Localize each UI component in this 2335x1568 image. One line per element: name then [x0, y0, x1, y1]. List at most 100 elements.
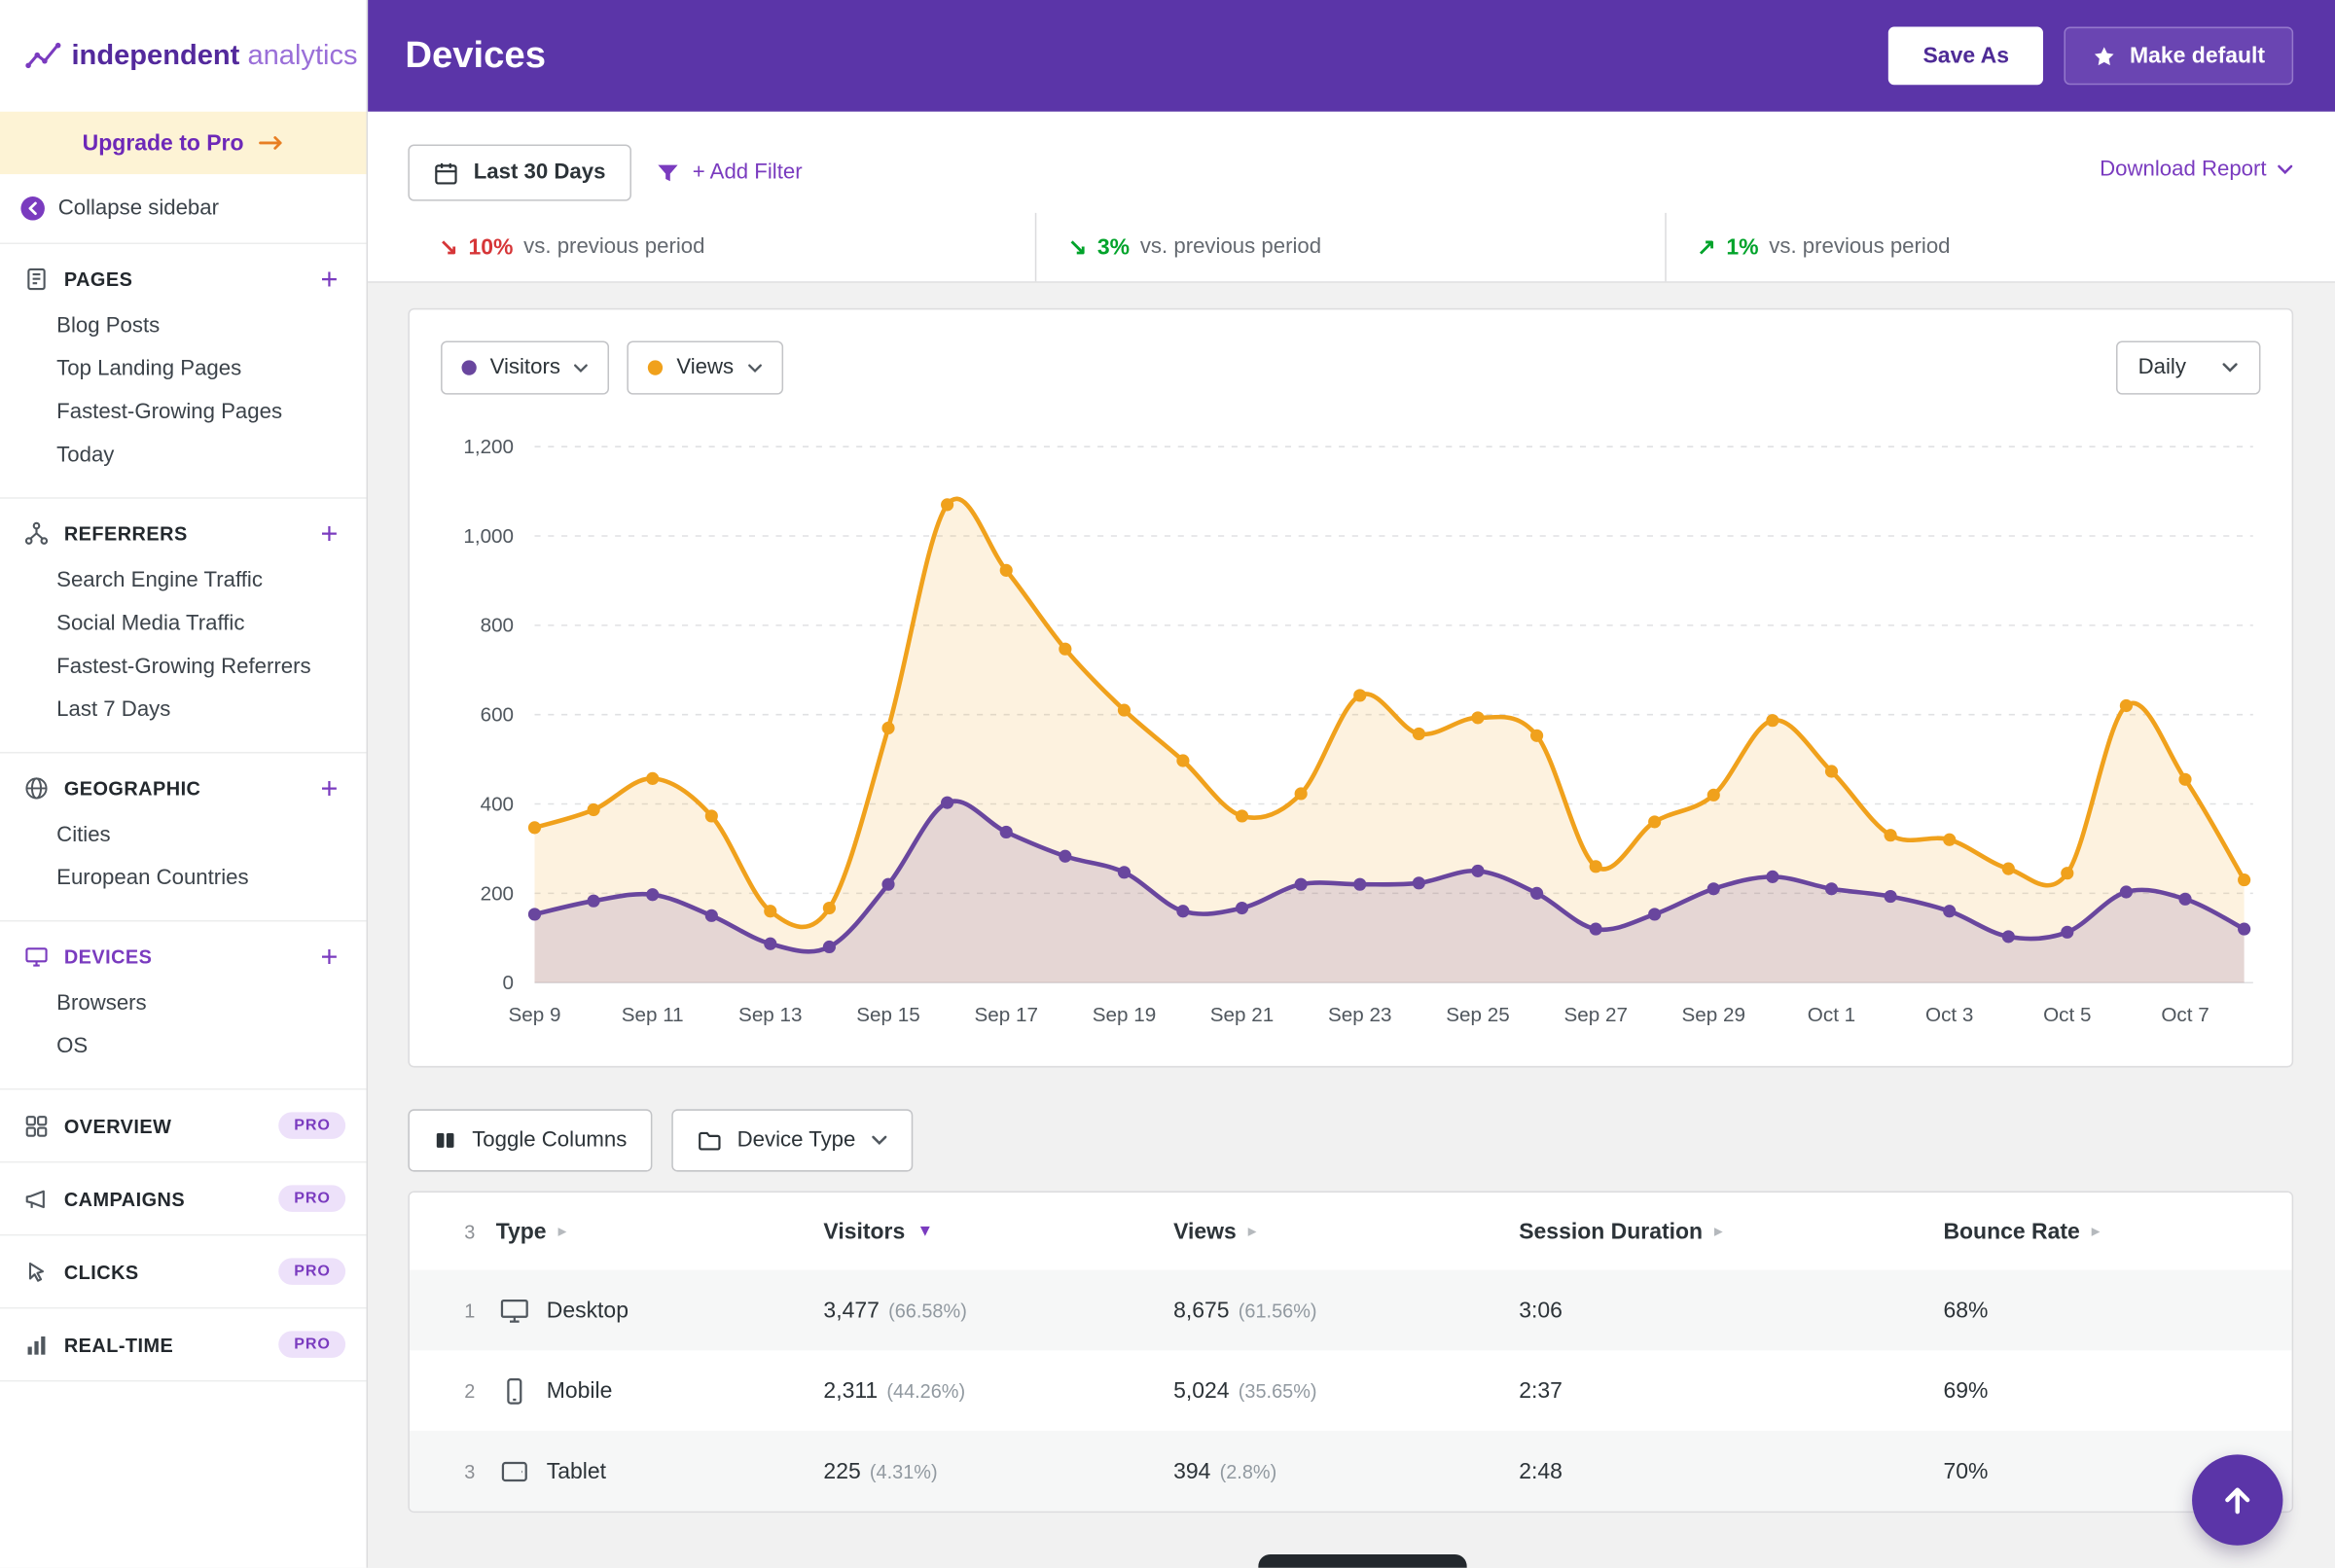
column-header-visitors[interactable]: Visitors▼	[823, 1219, 1173, 1244]
visitors-cell: 2,311(44.26%)	[823, 1378, 1173, 1404]
sort-icon: ▸	[2092, 1223, 2100, 1239]
main-area: Devices Save As Make default Last 30 Day…	[368, 0, 2335, 1568]
table-actions: Toggle Columns Device Type	[408, 1109, 912, 1171]
add-report-icon[interactable]: +	[321, 268, 339, 289]
sidebar-item-overview[interactable]: OVERVIEWPRO	[0, 1088, 367, 1161]
session-duration-cell: 3:06	[1519, 1298, 1943, 1323]
stat-delta: 1%	[1726, 234, 1758, 260]
interval-label: Daily	[2138, 356, 2186, 379]
referrers-icon	[23, 521, 49, 547]
device-type-cell: Tablet	[547, 1458, 606, 1483]
sidebar-item-search-engine-traffic[interactable]: Search Engine Traffic	[0, 558, 367, 601]
chevron-down-icon	[871, 1134, 887, 1146]
views-percent: (61.56%)	[1239, 1299, 1317, 1321]
table-row-mobile: 2Mobile2,311(44.26%)5,024(35.65%)2:3769%	[410, 1350, 2292, 1431]
save-as-button[interactable]: Save As	[1888, 27, 2043, 86]
svg-text:Sep 29: Sep 29	[1682, 1004, 1745, 1026]
add-filter-button[interactable]: + Add Filter	[655, 144, 802, 200]
sidebar-item-fastest-growing-pages[interactable]: Fastest-Growing Pages	[0, 390, 367, 433]
sidebar-item-social-media-traffic[interactable]: Social Media Traffic	[0, 601, 367, 644]
device-type-button[interactable]: Device Type	[671, 1109, 912, 1171]
views-percent: (35.65%)	[1239, 1379, 1317, 1402]
legend-visitors-select[interactable]: Visitors	[441, 341, 609, 395]
bounce-rate-cell: 68%	[1943, 1298, 2291, 1323]
sidebar: independent analytics Upgrade to Pro Col…	[0, 0, 368, 1568]
sidebar-item-label: CLICKS	[64, 1261, 265, 1283]
sidebar-item-blog-posts[interactable]: Blog Posts	[0, 303, 367, 346]
visitors-color-dot	[461, 360, 476, 374]
session-duration-cell: 2:37	[1519, 1378, 1943, 1404]
sort-icon: ▸	[1714, 1223, 1722, 1239]
collapse-sidebar-button[interactable]: Collapse sidebar	[0, 174, 367, 242]
sidebar-item-browsers[interactable]: Browsers	[0, 981, 367, 1024]
toggle-columns-button[interactable]: Toggle Columns	[408, 1109, 652, 1171]
sidebar-section-pages: PAGES + Blog PostsTop Landing PagesFastest…	[0, 242, 367, 497]
date-range-button[interactable]: Last 30 Days	[408, 144, 630, 200]
sidebar-item-real-time[interactable]: REAL-TIMEPRO	[0, 1307, 367, 1382]
sidebar-item-clicks[interactable]: CLICKSPRO	[0, 1234, 367, 1307]
add-report-icon[interactable]: +	[321, 946, 339, 967]
stat-delta: 10%	[468, 234, 513, 260]
sidebar-item-european-countries[interactable]: European Countries	[0, 856, 367, 899]
bounce-rate-cell: 69%	[1943, 1378, 2291, 1404]
column-header-bounce-rate[interactable]: Bounce Rate▸	[1943, 1219, 2291, 1244]
app-window: independent analytics Upgrade to Pro Col…	[0, 0, 2335, 1568]
table-row-desktop: 1Desktop3,477(66.58%)8,675(61.56%)3:0668…	[410, 1270, 2292, 1351]
collapse-label: Collapse sidebar	[58, 196, 219, 220]
column-header-views[interactable]: Views▸	[1173, 1219, 1519, 1244]
filter-funnel-icon	[655, 160, 680, 186]
section-header[interactable]: REFERRERS +	[0, 521, 367, 558]
pro-badge: PRO	[279, 1331, 345, 1358]
make-default-button[interactable]: Make default	[2065, 27, 2293, 86]
column-header-session-duration[interactable]: Session Duration▸	[1519, 1219, 1943, 1244]
overview-icon	[23, 1113, 49, 1138]
sidebar-item-today[interactable]: Today	[0, 433, 367, 476]
desktop-icon	[499, 1295, 530, 1326]
section-label: GEOGRAPHIC	[64, 777, 305, 800]
views-percent: (2.8%)	[1220, 1460, 1277, 1482]
pro-badge: PRO	[279, 1112, 345, 1139]
views-cell: 5,024(35.65%)	[1173, 1378, 1519, 1404]
arrow-up-icon	[2217, 1479, 2257, 1519]
section-header[interactable]: GEOGRAPHIC +	[0, 775, 367, 812]
sidebar-item-fastest-growing-referrers[interactable]: Fastest-Growing Referrers	[0, 645, 367, 688]
visitors-cell: 225(4.31%)	[823, 1458, 1173, 1483]
section-label: DEVICES	[64, 945, 305, 968]
legend-views-select[interactable]: Views	[628, 341, 783, 395]
stat-card-1: ↘10%vs. previous period	[408, 213, 1035, 281]
folder-icon	[697, 1127, 722, 1153]
upgrade-label: Upgrade to Pro	[83, 130, 244, 156]
stat-label: vs. previous period	[1140, 235, 1321, 259]
sidebar-item-os[interactable]: OS	[0, 1024, 367, 1067]
session-duration-cell: 2:48	[1519, 1458, 1943, 1483]
svg-text:1,200: 1,200	[463, 436, 514, 458]
sidebar-item-last-7-days[interactable]: Last 7 Days	[0, 688, 367, 731]
views-cell: 394(2.8%)	[1173, 1458, 1519, 1483]
column-header-type[interactable]: Type▸	[496, 1219, 824, 1244]
svg-text:Sep 13: Sep 13	[738, 1004, 802, 1026]
sidebar-item-top-landing-pages[interactable]: Top Landing Pages	[0, 347, 367, 390]
stat-card-2: ↘3%vs. previous period	[1035, 213, 1664, 281]
logo[interactable]: independent analytics	[0, 0, 367, 112]
trend-arrow-icon: ↗	[1697, 233, 1715, 261]
upgrade-to-pro-button[interactable]: Upgrade to Pro	[0, 112, 367, 174]
page-title: Devices	[405, 34, 1888, 77]
bottom-overlay-peek	[1258, 1554, 1466, 1568]
toolbar: Last 30 Days + Add Filter Download Repor…	[368, 112, 2335, 283]
views-color-dot	[648, 360, 663, 374]
sidebar-item-campaigns[interactable]: CAMPAIGNSPRO	[0, 1161, 367, 1234]
sidebar-item-cities[interactable]: Cities	[0, 813, 367, 856]
section-label: REFERRERS	[64, 522, 305, 545]
scroll-to-top-button[interactable]	[2192, 1454, 2282, 1545]
date-range-label: Last 30 Days	[474, 160, 606, 184]
stat-card-3: ↗1%vs. previous period	[1665, 213, 2293, 281]
interval-select[interactable]: Daily	[2116, 341, 2261, 395]
section-label: PAGES	[64, 268, 305, 291]
section-header[interactable]: DEVICES +	[0, 944, 367, 980]
section-header[interactable]: PAGES +	[0, 267, 367, 303]
chevron-down-icon	[747, 363, 762, 374]
campaigns-icon	[23, 1186, 49, 1211]
download-report-button[interactable]: Download Report	[2100, 158, 2293, 181]
add-report-icon[interactable]: +	[321, 778, 339, 799]
add-report-icon[interactable]: +	[321, 523, 339, 544]
